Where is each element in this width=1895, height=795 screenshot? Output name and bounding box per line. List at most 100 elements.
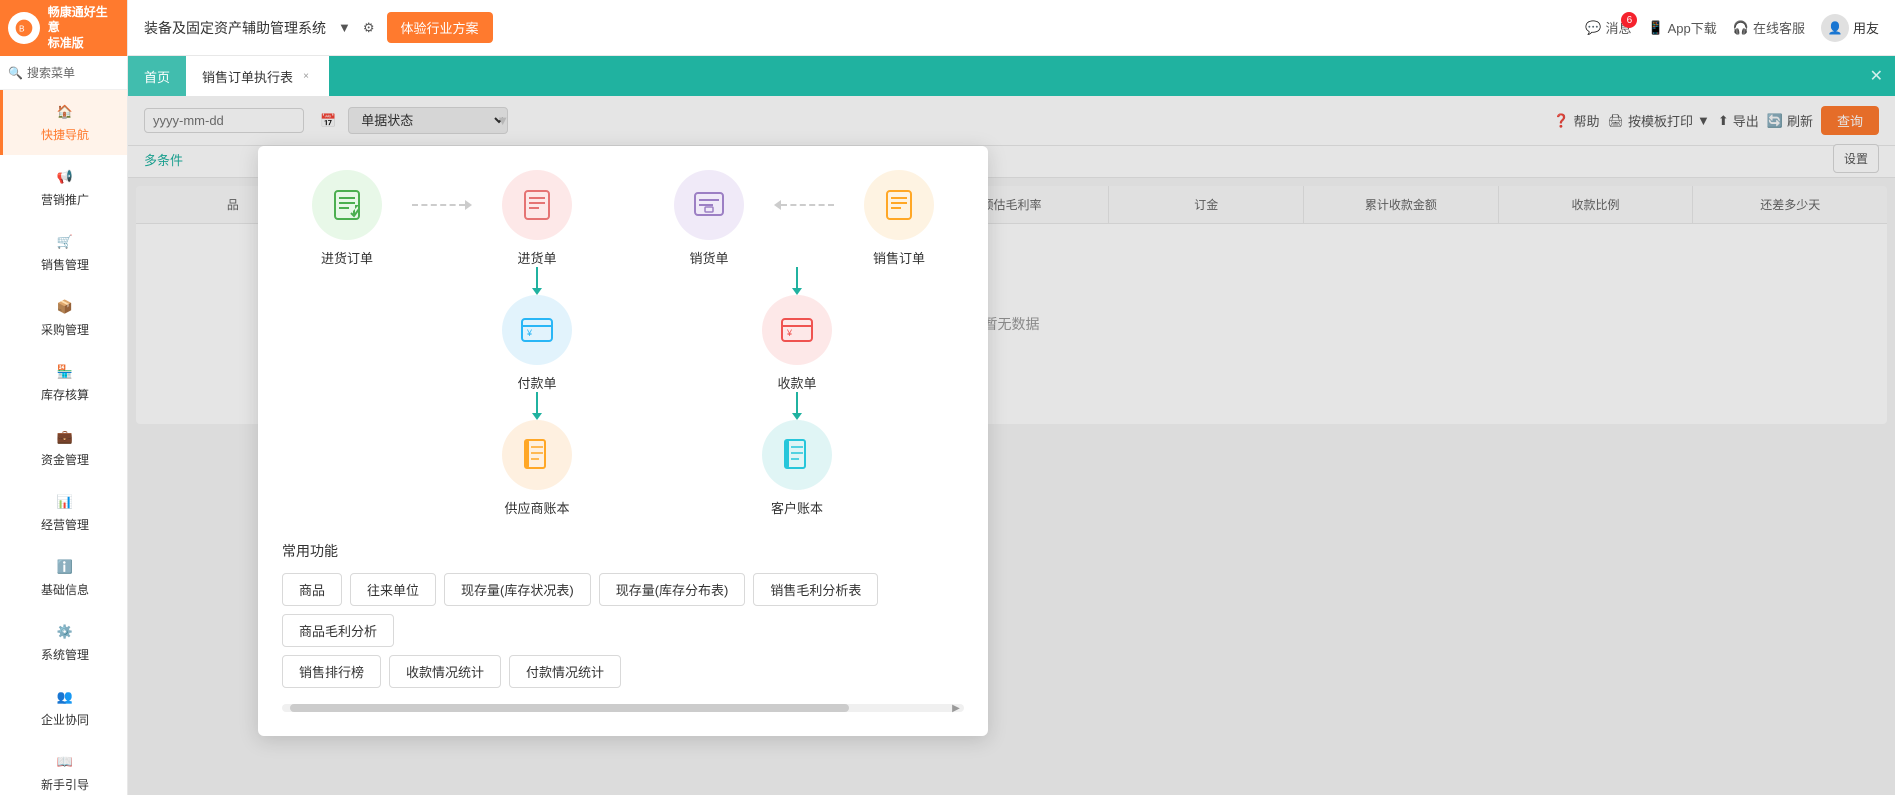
sidebar-item-marketing[interactable]: 📢 营销推广 <box>0 155 127 220</box>
node-purchase-order[interactable]: 进货订单 <box>282 170 412 267</box>
sidebar-item-basic-info[interactable]: ℹ️ 基础信息 <box>0 545 127 610</box>
arrow-purchase-order-to-bill <box>412 200 472 238</box>
download-icon: 📱 <box>1647 20 1663 36</box>
node-receipt-bill[interactable]: ¥ 收款单 <box>732 295 862 392</box>
online-service-label: 在线客服 <box>1753 18 1805 37</box>
search-icon: 🔍 <box>8 66 23 80</box>
sidebar-item-finance[interactable]: 💼 资金管理 <box>0 415 127 480</box>
tab-home[interactable]: 首页 <box>128 56 186 96</box>
common-btn-stock-dist[interactable]: 现存量(库存分布表) <box>599 573 746 606</box>
search-label: 搜索菜单 <box>27 64 75 81</box>
tab-sales-order[interactable]: 销售订单执行表 × <box>186 56 329 96</box>
user-name: 用友 <box>1853 18 1879 37</box>
sidebar-item-enterprise[interactable]: 👥 企业协同 <box>0 675 127 740</box>
sidebar-item-guide[interactable]: 📖 新手引导 <box>0 740 127 795</box>
svg-text:B: B <box>19 23 25 33</box>
sidebar-logo: B 畅康通好生意 标准版 <box>0 0 127 56</box>
logo-text: 畅康通好生意 标准版 <box>48 5 119 52</box>
popup-scrollbar-thumb[interactable] <box>290 704 849 712</box>
payment-bill-icon: ¥ <box>502 295 572 365</box>
svg-text:¥: ¥ <box>786 328 793 338</box>
common-btn-stock-status[interactable]: 现存量(库存状况表) <box>444 573 591 606</box>
common-btn-contacts[interactable]: 往来单位 <box>350 573 436 606</box>
sidebar-label-system: 系统管理 <box>41 646 89 663</box>
sidebar-label-operations: 经营管理 <box>41 516 89 533</box>
node-purchase-order-label: 进货订单 <box>321 248 373 267</box>
popup-scrollbar[interactable]: ▶ <box>282 704 964 712</box>
message-badge: 6 <box>1621 12 1637 28</box>
info-icon: ℹ️ <box>55 557 75 577</box>
sidebar-label-marketing: 营销推广 <box>41 191 89 208</box>
sidebar-item-inventory[interactable]: 🏪 库存核算 <box>0 350 127 415</box>
sidebar-label-purchase: 采购管理 <box>41 321 89 338</box>
node-payment-bill[interactable]: ¥ 付款单 <box>472 295 602 392</box>
flow-popup: 进货订单 进货单 <box>258 146 988 736</box>
wallet-icon: 💼 <box>55 427 75 447</box>
node-purchase-bill[interactable]: 进货单 <box>472 170 602 267</box>
node-supplier-ledger-label: 供应商账本 <box>504 498 569 517</box>
common-btn-products[interactable]: 商品 <box>282 573 342 606</box>
service-icon: 🎧 <box>1733 20 1749 36</box>
online-service-action[interactable]: 🎧 在线客服 <box>1733 18 1805 37</box>
team-icon: 👥 <box>55 687 75 707</box>
gear-icon[interactable]: ⚙ <box>363 20 375 36</box>
tab-close-icon[interactable]: × <box>299 69 313 83</box>
guide-icon: 📖 <box>55 752 75 772</box>
node-supplier-ledger[interactable]: 供应商账本 <box>472 420 602 517</box>
logo-icon: B <box>8 12 40 44</box>
sidebar-item-operations[interactable]: 📊 经营管理 <box>0 480 127 545</box>
sales-order-icon <box>864 170 934 240</box>
sidebar: B 畅康通好生意 标准版 🔍 搜索菜单 🏠 快捷导航 📢 营销推广 🛒 销售管理 <box>0 0 128 795</box>
common-btn-sales-gross[interactable]: 销售毛利分析表 <box>753 573 878 606</box>
node-sales-order[interactable]: 销售订单 <box>834 170 964 267</box>
chevron-down-icon: ▼ <box>338 20 351 35</box>
settings-icon: ⚙️ <box>55 622 75 642</box>
node-payment-bill-label: 付款单 <box>517 373 556 392</box>
flow-diagram: 进货订单 进货单 <box>282 170 964 517</box>
tabbar-close-button[interactable]: ✕ <box>1870 66 1883 86</box>
system-dropdown[interactable]: ▼ <box>338 20 351 35</box>
node-purchase-bill-label: 进货单 <box>517 248 556 267</box>
common-buttons-row2: 销售排行榜 收款情况统计 付款情况统计 <box>282 655 964 688</box>
sidebar-item-purchase[interactable]: 📦 采购管理 <box>0 285 127 350</box>
node-sales-bill[interactable]: 销货单 <box>644 170 774 267</box>
box-icon: 📦 <box>55 297 75 317</box>
node-sales-order-label: 销售订单 <box>873 248 925 267</box>
chart-icon: 📊 <box>55 492 75 512</box>
sidebar-item-quick-guide[interactable]: 🏠 快捷导航 <box>0 90 127 155</box>
tab-home-label: 首页 <box>144 67 170 86</box>
sidebar-item-system[interactable]: ⚙️ 系统管理 <box>0 610 127 675</box>
tabbar: 首页 销售订单执行表 × ✕ <box>128 56 1895 96</box>
app-download-action[interactable]: 📱 App下载 <box>1647 18 1716 37</box>
common-functions-title: 常用功能 <box>282 541 964 561</box>
sidebar-label-guide: 新手引导 <box>41 776 89 793</box>
topbar-actions: 💬 消息 6 📱 App下载 🎧 在线客服 👤 用友 <box>1585 14 1879 42</box>
svg-text:¥: ¥ <box>526 328 533 338</box>
user-area[interactable]: 👤 用友 <box>1821 14 1879 42</box>
sidebar-label-quick-guide: 快捷导航 <box>41 126 89 143</box>
sidebar-item-sales[interactable]: 🛒 销售管理 <box>0 220 127 285</box>
common-btn-sales-rank[interactable]: 销售排行榜 <box>282 655 381 688</box>
node-sales-bill-label: 销货单 <box>689 248 728 267</box>
message-action[interactable]: 💬 消息 6 <box>1585 18 1631 37</box>
sidebar-nav: 🏠 快捷导航 📢 营销推广 🛒 销售管理 📦 采购管理 🏪 库存核算 💼 <box>0 90 127 795</box>
app-download-label: App下载 <box>1668 18 1717 37</box>
common-buttons-row1: 商品 往来单位 现存量(库存状况表) 现存量(库存分布表) 销售毛利分析表 商品… <box>282 573 964 647</box>
topbar: 装备及固定资产辅助管理系统 ▼ ⚙ 体验行业方案 💬 消息 6 📱 App下载 … <box>128 0 1895 56</box>
node-customer-ledger[interactable]: 客户账本 <box>732 420 862 517</box>
arrow-sales-order-to-bill <box>774 200 834 238</box>
content-area: 📅 单据状态 ▼ ❓ 帮助 🖨 按模板打印 ▼ ⬆ <box>128 96 1895 795</box>
supplier-ledger-icon <box>502 420 572 490</box>
customer-ledger-icon <box>762 420 832 490</box>
experience-btn[interactable]: 体验行业方案 <box>387 12 493 43</box>
node-customer-ledger-label: 客户账本 <box>771 498 823 517</box>
common-btn-product-gross[interactable]: 商品毛利分析 <box>282 614 394 647</box>
common-btn-receipt-stats[interactable]: 收款情况统计 <box>389 655 501 688</box>
sidebar-label-enterprise: 企业协同 <box>41 711 89 728</box>
common-btn-payment-stats[interactable]: 付款情况统计 <box>509 655 621 688</box>
popup-scrollbar-right-arrow[interactable]: ▶ <box>948 704 964 712</box>
purchase-bill-icon <box>502 170 572 240</box>
search-menu[interactable]: 🔍 搜索菜单 <box>0 56 127 90</box>
sales-bill-icon <box>674 170 744 240</box>
message-icon: 💬 <box>1585 20 1601 36</box>
